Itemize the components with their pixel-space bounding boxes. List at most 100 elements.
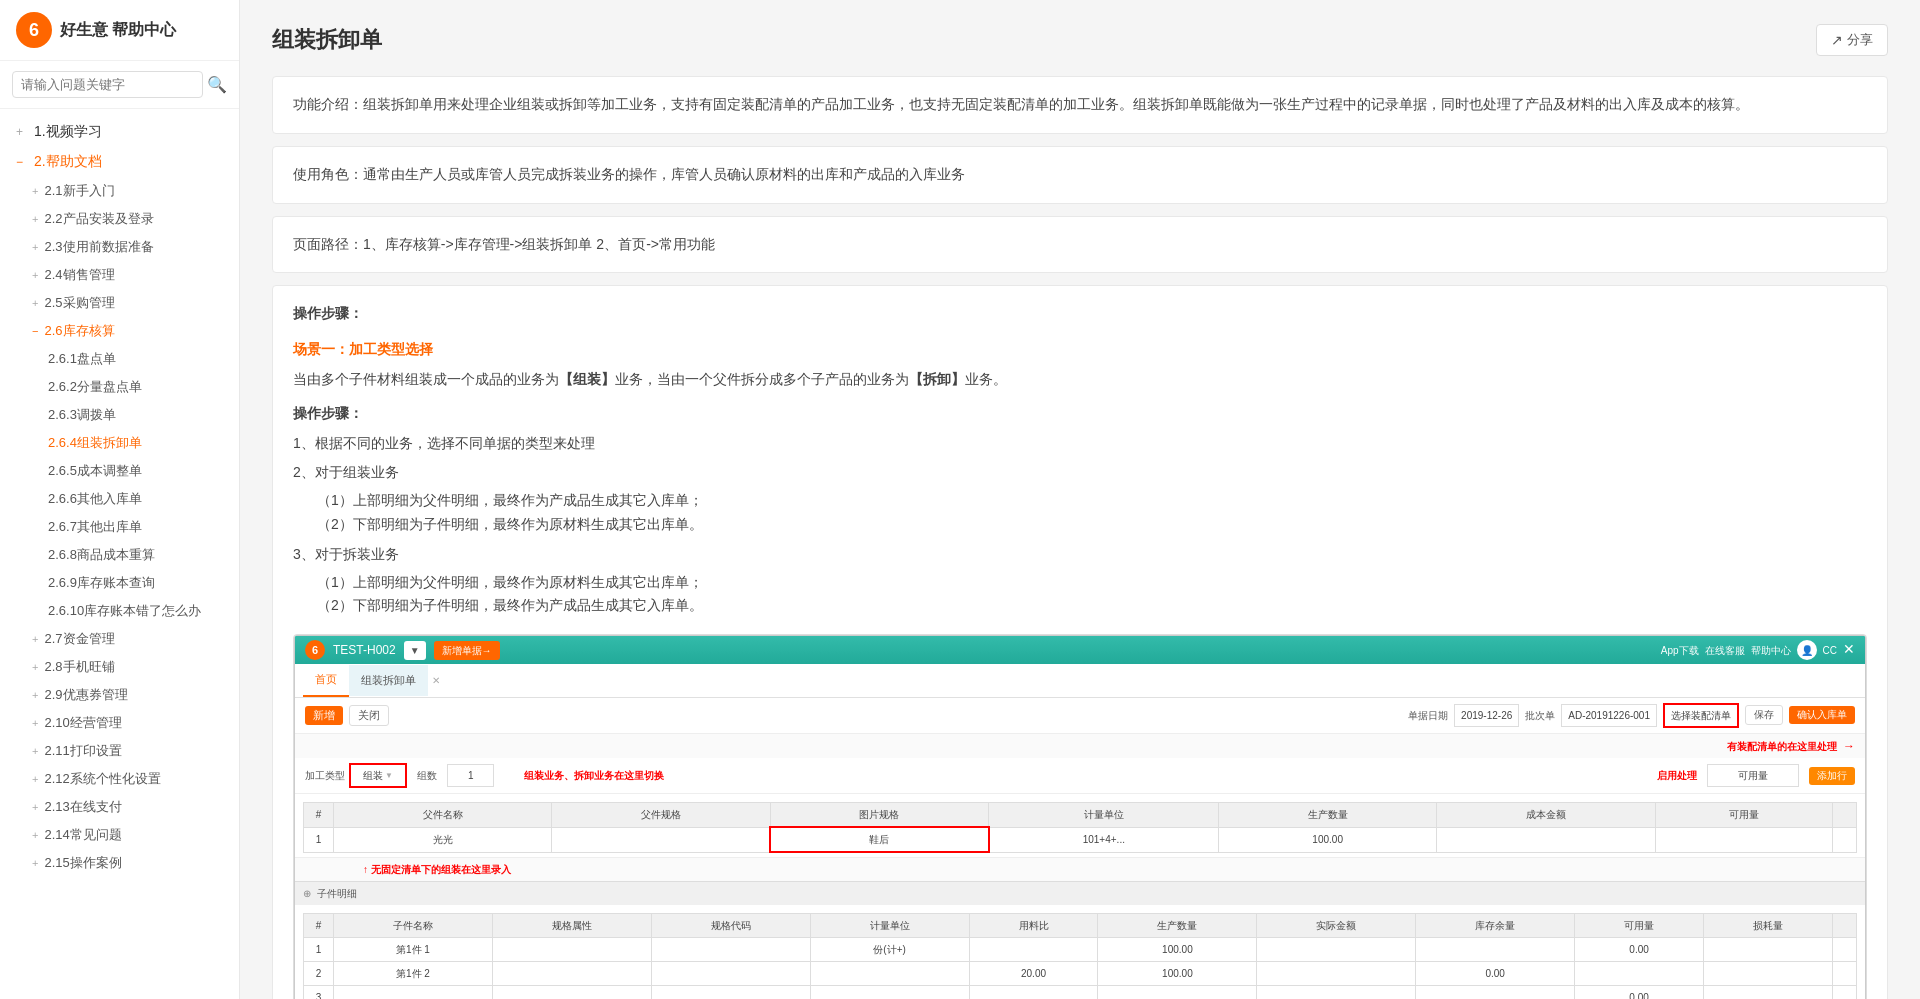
screenshot-select-btn[interactable]: 选择装配清单 [1663, 703, 1739, 728]
nav-item-2-8[interactable]: + 2.8手机旺铺 [0, 653, 239, 681]
nav-section-docs: 2.帮助文档 + 2.1新手入门 + 2.2产品安装及登录 + 2.3使用前数据… [0, 147, 239, 877]
nav-section-video: 1.视频学习 [0, 117, 239, 147]
nav-item-2-6-6[interactable]: 2.6.6其他入库单 [0, 485, 239, 513]
sub-plus-2-4: + [32, 269, 38, 281]
nav-item-2-6-4[interactable]: 2.6.4组装拆卸单 [0, 429, 239, 457]
nav-item-2-6-10[interactable]: 2.6.10库存账本错了怎么办 [0, 597, 239, 625]
search-button[interactable]: 🔍 [207, 75, 227, 94]
nav-item-video[interactable]: 1.视频学习 [0, 117, 239, 147]
nav-item-2-13[interactable]: + 2.13在线支付 [0, 793, 239, 821]
nav-item-2-4[interactable]: + 2.4销售管理 [0, 261, 239, 289]
nav-item-2-12[interactable]: + 2.12系统个性化设置 [0, 765, 239, 793]
screenshot-tab-close[interactable]: ✕ [432, 672, 440, 689]
share-button[interactable]: ↗ 分享 [1816, 24, 1888, 56]
nav-item-2-7[interactable]: + 2.7资金管理 [0, 625, 239, 653]
step2: 2、对于组装业务 [293, 461, 1867, 485]
nav-label-2-10: 2.10经营管理 [44, 714, 121, 732]
nav-item-2-15[interactable]: + 2.15操作案例 [0, 849, 239, 877]
nav-item-2-9[interactable]: + 2.9优惠券管理 [0, 681, 239, 709]
nav-item-2-6-2[interactable]: 2.6.2分量盘点单 [0, 373, 239, 401]
nav-item-2-11[interactable]: + 2.11打印设置 [0, 737, 239, 765]
sub-plus-2-10: + [32, 717, 38, 729]
nav-item-2-6[interactable]: − 2.6库存核算 [0, 317, 239, 345]
nav-item-2-6-8[interactable]: 2.6.8商品成本重算 [0, 541, 239, 569]
sub-plus-2-12: + [32, 773, 38, 785]
intro-card: 功能介绍：组装拆卸单用来处理企业组装或拆卸等加工业务，支持有固定装配清单的产品加… [272, 76, 1888, 134]
nav-item-2-6-3[interactable]: 2.6.3调拨单 [0, 401, 239, 429]
nav-tree: 1.视频学习 2.帮助文档 + 2.1新手入门 + 2.2产品安装及登录 [0, 109, 239, 999]
logo-text: 好生意 帮助中心 [60, 20, 176, 41]
nav-label-2-1: 2.1新手入门 [44, 182, 114, 200]
nav-label-2-15: 2.15操作案例 [44, 854, 121, 872]
nav-label-2-6-3: 2.6.3调拨单 [48, 406, 116, 424]
screenshot-save-btn[interactable]: 保存 [1745, 705, 1783, 725]
sidebar: 6 好生意 帮助中心 🔍 1.视频学习 2.帮助文档 + 2.1新手入门 [0, 0, 240, 999]
nav-label-2-6-1: 2.6.1盘点单 [48, 350, 116, 368]
screenshot-type-selector[interactable]: 组装▼ [349, 763, 407, 788]
role-text: 使用角色：通常由生产人员或库管人员完成拆装业务的操作，库管人员确认原材料的出库和… [293, 163, 1867, 187]
sub-plus-2-3: + [32, 241, 38, 253]
nav-item-2-6-7[interactable]: 2.6.7其他出库单 [0, 513, 239, 541]
nav-item-2-5[interactable]: + 2.5采购管理 [0, 289, 239, 317]
nav-label-2-6-4: 2.6.4组装拆卸单 [48, 434, 142, 452]
annotation1-label: 有装配清单的在这里处理 [1727, 738, 1837, 755]
nav-item-docs-label: 2.帮助文档 [34, 153, 102, 171]
screenshot-add-row-btn[interactable]: 添加行 [1809, 767, 1855, 785]
sub-plus-2-7: + [32, 633, 38, 645]
screenshot-tab-home[interactable]: 首页 [303, 664, 349, 697]
screenshot-btn-close[interactable]: 关闭 [349, 705, 389, 726]
nav-item-2-2[interactable]: + 2.2产品安装及登录 [0, 205, 239, 233]
screenshot-btn-new[interactable]: 新增 [305, 706, 343, 725]
annotation3-label: 启用处理 [1657, 767, 1697, 784]
sub-plus-2-8: + [32, 661, 38, 673]
screenshot-lower-table: # 子件名称 规格属性 规格代码 计量单位 用料比 生产数量 实际金额 库存余量… [303, 913, 1857, 999]
nav-item-2-14[interactable]: + 2.14常见问题 [0, 821, 239, 849]
arrow1: → [1843, 736, 1855, 756]
nav-label-2-6-9: 2.6.9库存账本查询 [48, 574, 155, 592]
steps-heading: 操作步骤： [293, 402, 1867, 426]
lower-table-row-3: 3 0.00 [304, 985, 1857, 999]
intro-text: 功能介绍：组装拆卸单用来处理企业组装或拆卸等加工业务，支持有固定装配清单的产品加… [293, 93, 1867, 117]
screenshot-enable[interactable]: 可用量 [1707, 764, 1799, 787]
mock-screenshot: 6 TEST-H002 ▼ 新增单据→ App下载 在线客服 帮助中心 👤 CC [294, 635, 1866, 999]
role-card: 使用角色：通常由生产人员或库管人员完成拆装业务的操作，库管人员确认原材料的出库和… [272, 146, 1888, 204]
screenshot-new-btn[interactable]: 新增单据→ [434, 641, 500, 660]
screenshot-batch-label: 批次单 [1525, 707, 1555, 724]
path-text: 页面路径：1、库存核算->库存管理->组装拆卸单 2、首页->常用功能 [293, 233, 1867, 257]
screenshot-date-val[interactable]: 2019-12-26 [1454, 704, 1519, 727]
screenshot-tab-assembly[interactable]: 组装拆卸单 [349, 665, 428, 696]
share-label: 分享 [1847, 31, 1873, 49]
screenshot-type-label: 加工类型 [305, 767, 345, 784]
nav-label-2-11: 2.11打印设置 [44, 742, 121, 760]
screenshot-confirm-btn[interactable]: 确认入库单 [1789, 706, 1855, 724]
page-header: 组装拆卸单 ↗ 分享 [272, 24, 1888, 56]
page-title: 组装拆卸单 [272, 25, 382, 55]
screenshot-batch-val[interactable]: AD-20191226-001 [1561, 704, 1657, 727]
main-content: 组装拆卸单 ↗ 分享 功能介绍：组装拆卸单用来处理企业组装或拆卸等加工业务，支持… [240, 0, 1920, 999]
logo-icon: 6 [16, 12, 52, 48]
nav-item-2-1[interactable]: + 2.1新手入门 [0, 177, 239, 205]
nav-item-2-3[interactable]: + 2.3使用前数据准备 [0, 233, 239, 261]
search-input[interactable] [12, 71, 203, 98]
expand-icon-docs [16, 155, 28, 169]
nav-item-2-6-5[interactable]: 2.6.5成本调整单 [0, 457, 239, 485]
nav-item-2-6-1[interactable]: 2.6.1盘点单 [0, 345, 239, 373]
sub-plus-2-6: − [32, 325, 38, 337]
nav-item-docs[interactable]: 2.帮助文档 [0, 147, 239, 177]
nav-label-2-6-10: 2.6.10库存账本错了怎么办 [48, 602, 201, 620]
operations-card: 操作步骤： 场景一：加工类型选择 当由多个子件材料组装成一个成品的业务为【组装】… [272, 285, 1888, 999]
screenshot-upper-table: # 父件名称 父件规格 图片规格 计量单位 生产数量 成本金额 可用量 [303, 802, 1857, 853]
scene1-desc: 当由多个子件材料组装成一个成品的业务为【组装】业务，当由一个父件拆分成多个子产品… [293, 368, 1867, 392]
operations-heading: 操作步骤： [293, 302, 1867, 326]
nav-item-2-10[interactable]: + 2.10经营管理 [0, 709, 239, 737]
sub-plus-2-14: + [32, 829, 38, 841]
path-card: 页面路径：1、库存核算->库存管理->组装拆卸单 2、首页->常用功能 [272, 216, 1888, 274]
share-icon: ↗ [1831, 32, 1843, 48]
screenshot-title: TEST-H002 [333, 640, 396, 660]
screenshot-num-val[interactable]: 1 [447, 764, 495, 787]
nav-item-2-6-9[interactable]: 2.6.9库存账本查询 [0, 569, 239, 597]
search-area: 🔍 [0, 61, 239, 109]
nav-label-2-6-5: 2.6.5成本调整单 [48, 462, 142, 480]
step3-a: （1）上部明细为父件明细，最终作为原材料生成其它出库单； [317, 571, 1867, 595]
nav-label-2-14: 2.14常见问题 [44, 826, 121, 844]
